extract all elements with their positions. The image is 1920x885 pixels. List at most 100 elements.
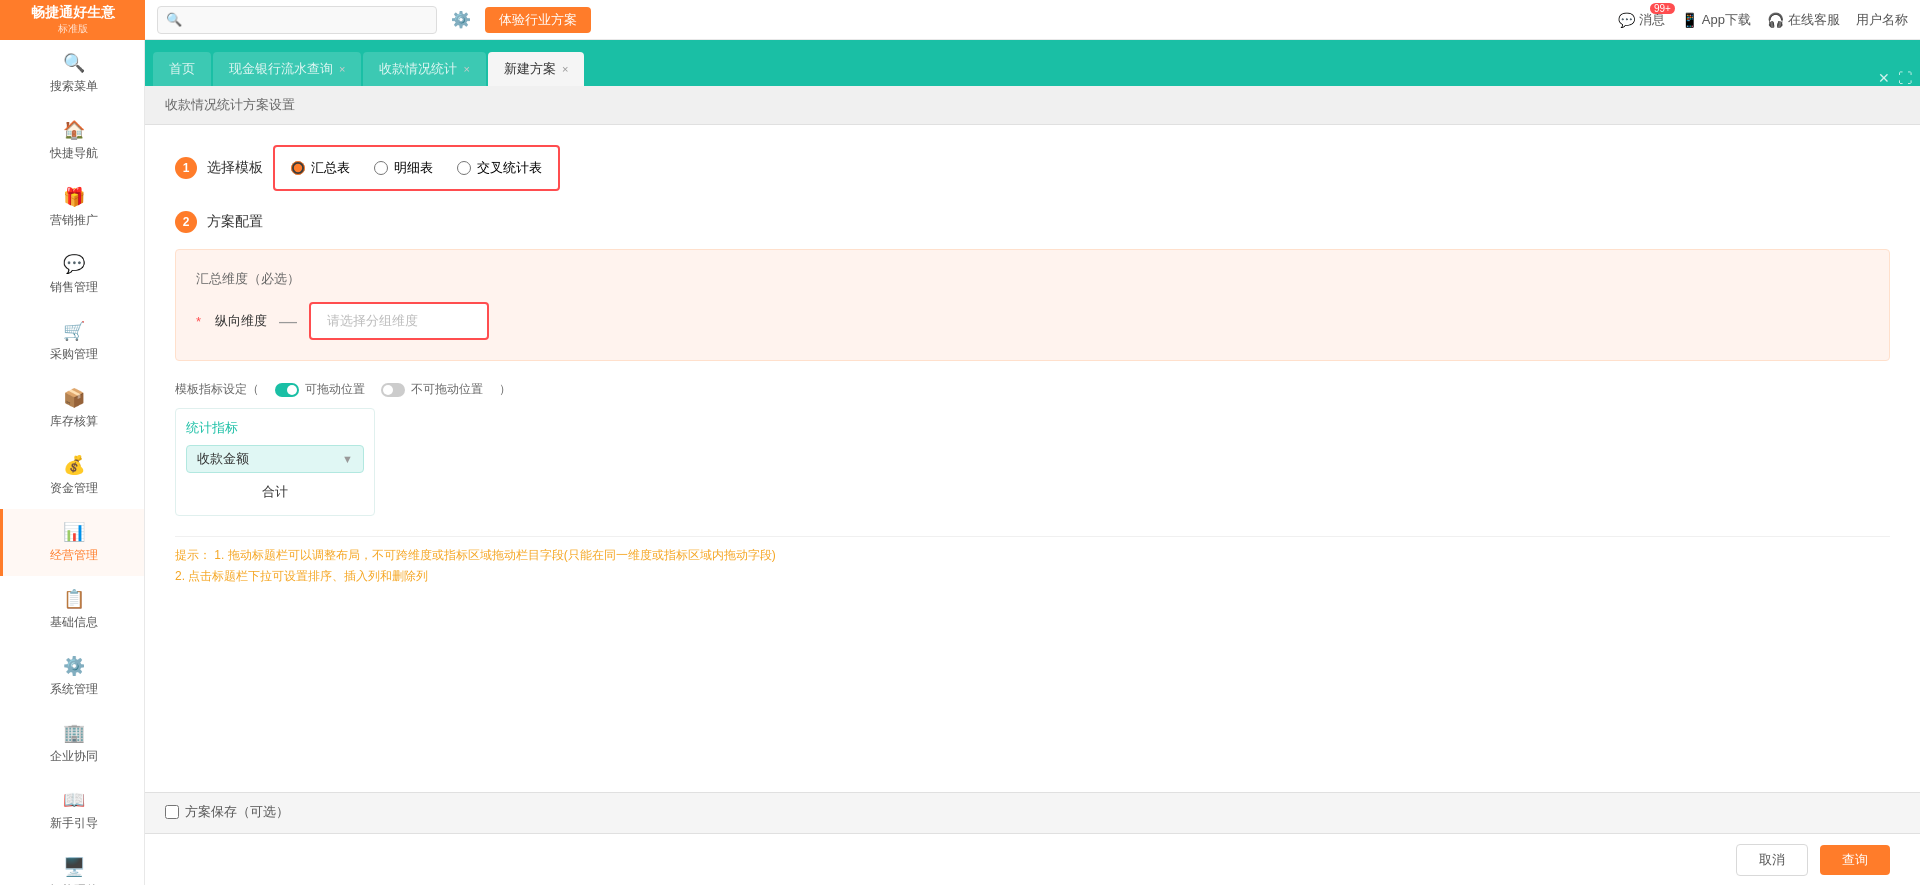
close-window-icon[interactable]: ✕ bbox=[1878, 70, 1890, 86]
tab-home-label: 首页 bbox=[169, 60, 195, 78]
stat-indicators-box: 统计指标 收款金额 ▼ 合计 bbox=[175, 408, 375, 516]
hint-draggable: 可拖动位置 bbox=[275, 381, 365, 398]
tab-collection-stat-close[interactable]: × bbox=[463, 63, 469, 75]
vertical-dimension-label: 纵向维度 bbox=[215, 312, 267, 330]
bottom-bar: 取消 查询 bbox=[145, 833, 1920, 885]
dimension-row: * 纵向维度 — 请选择分组维度 bbox=[196, 302, 1869, 340]
sidebar-item-guide[interactable]: 📖 新手引导 bbox=[0, 777, 144, 844]
trial-button[interactable]: 体验行业方案 bbox=[485, 7, 591, 33]
sidebar-label-basic: 基础信息 bbox=[50, 614, 98, 631]
monitor-icon: 🖥️ bbox=[63, 856, 85, 878]
sidebar-item-quicknav[interactable]: 🏠 快捷导航 bbox=[0, 107, 144, 174]
radio-summary-input[interactable] bbox=[291, 161, 305, 175]
step1-header: 1 选择模板 汇总表 明细表 bbox=[175, 145, 1890, 191]
radio-cross-input[interactable] bbox=[457, 161, 471, 175]
radio-detail-label: 明细表 bbox=[394, 159, 433, 177]
home-icon: 🏠 bbox=[63, 119, 85, 141]
sidebar-item-inventory[interactable]: 📦 库存核算 bbox=[0, 375, 144, 442]
sidebar-item-purchase[interactable]: 🛒 采购管理 bbox=[0, 308, 144, 375]
sidebar-item-capital[interactable]: 💰 资金管理 bbox=[0, 442, 144, 509]
required-mark: * bbox=[196, 314, 201, 329]
page-title: 收款情况统计方案设置 bbox=[165, 97, 295, 112]
chart-icon: 📊 bbox=[63, 521, 85, 543]
step2-header: 2 方案配置 bbox=[175, 211, 1890, 233]
tab-collection-stat[interactable]: 收款情况统计 × bbox=[363, 52, 485, 86]
download-label: App下载 bbox=[1702, 11, 1751, 29]
sidebar-item-sales[interactable]: 💬 销售管理 bbox=[0, 241, 144, 308]
cart-icon: 🛒 bbox=[63, 320, 85, 342]
tip-line-1: 提示： 1. 拖动标题栏可以调整布局，不可跨维度或指标区域拖动栏目字段(只能在同… bbox=[175, 547, 1890, 564]
indicators-label: 模板指标设定（ bbox=[175, 381, 259, 398]
stat-tag-amount[interactable]: 收款金额 ▼ bbox=[186, 445, 364, 473]
radio-detail-input[interactable] bbox=[374, 161, 388, 175]
hint-close-paren: ） bbox=[499, 381, 511, 398]
radio-cross-label: 交叉统计表 bbox=[477, 159, 542, 177]
gift-icon: 🎁 bbox=[63, 186, 85, 208]
message-item[interactable]: 💬 消息 99+ bbox=[1618, 11, 1665, 29]
sidebar-item-operations[interactable]: 📊 经营管理 bbox=[0, 509, 144, 576]
step2-title: 方案配置 bbox=[207, 213, 263, 231]
dimension-select[interactable]: 请选择分组维度 bbox=[309, 302, 489, 340]
service-label: 在线客服 bbox=[1788, 11, 1840, 29]
sidebar-item-basic[interactable]: 📋 基础信息 bbox=[0, 576, 144, 643]
radio-cross[interactable]: 交叉统计表 bbox=[457, 159, 542, 177]
tab-collection-stat-label: 收款情况统计 bbox=[379, 60, 457, 78]
page-content: 收款情况统计方案设置 1 选择模板 汇总表 bbox=[145, 86, 1920, 833]
arrow-icon: — bbox=[279, 311, 297, 332]
sidebar-item-system[interactable]: ⚙️ 系统管理 bbox=[0, 643, 144, 710]
hint-not-draggable-label: 不可拖动位置 bbox=[411, 381, 483, 398]
clipboard-icon: 📋 bbox=[63, 588, 85, 610]
save-label: 方案保存（可选） bbox=[185, 803, 289, 821]
radio-detail[interactable]: 明细表 bbox=[374, 159, 433, 177]
search-bar[interactable]: 🔍 bbox=[157, 6, 437, 34]
indicators-section: 模板指标设定（ 可拖动位置 不可拖动位置 ） bbox=[175, 381, 1890, 599]
draggable-toggle bbox=[275, 383, 299, 397]
sidebar-label-quicknav: 快捷导航 bbox=[50, 145, 98, 162]
tabs-right: ✕ ⛶ bbox=[1878, 70, 1920, 86]
search-icon: 🔍 bbox=[63, 52, 85, 74]
tip-line-2: 2. 点击标题栏下拉可设置排序、插入列和删除列 bbox=[175, 568, 1890, 585]
logo: 畅捷通好生意 标准版 bbox=[0, 0, 145, 40]
tab-new-plan[interactable]: 新建方案 × bbox=[488, 52, 584, 86]
tab-bank-flow-close[interactable]: × bbox=[339, 63, 345, 75]
gear-icon: ⚙️ bbox=[63, 655, 85, 677]
radio-summary[interactable]: 汇总表 bbox=[291, 159, 350, 177]
sidebar-label-purchase: 采购管理 bbox=[50, 346, 98, 363]
search-input[interactable] bbox=[186, 13, 386, 27]
tab-home[interactable]: 首页 bbox=[153, 52, 211, 86]
sidebar: 🔍 搜索菜单 🏠 快捷导航 🎁 营销推广 💬 销售管理 🛒 采购管理 📦 库存核… bbox=[0, 40, 145, 885]
user-name[interactable]: 用户名称 bbox=[1856, 11, 1908, 29]
tab-bank-flow[interactable]: 现金银行流水查询 × bbox=[213, 52, 361, 86]
step2-section: 2 方案配置 汇总维度（必选） * 纵向维度 — 请选择 bbox=[175, 211, 1890, 599]
tips-section: 提示： 1. 拖动标题栏可以调整布局，不可跨维度或指标区域拖动栏目字段(只能在同… bbox=[175, 536, 1890, 599]
tab-bar: 首页 现金银行流水查询 × 收款情况统计 × 新建方案 × ✕ ⛶ bbox=[145, 40, 1920, 86]
service-item[interactable]: 🎧 在线客服 bbox=[1767, 11, 1840, 29]
tab-new-plan-label: 新建方案 bbox=[504, 60, 556, 78]
step1-title: 选择模板 bbox=[207, 159, 263, 177]
sidebar-item-enterprise[interactable]: 🏢 企业协同 bbox=[0, 710, 144, 777]
settings-icon[interactable]: ⚙️ bbox=[447, 6, 475, 34]
sidebar-item-hardware[interactable]: 🖥️ 智能硬件 bbox=[0, 844, 144, 885]
cancel-button[interactable]: 取消 bbox=[1736, 844, 1808, 876]
stat-tag-label: 收款金额 bbox=[197, 450, 249, 468]
sidebar-item-search[interactable]: 🔍 搜索菜单 bbox=[0, 40, 144, 107]
tab-bank-flow-label: 现金银行流水查询 bbox=[229, 60, 333, 78]
tab-new-plan-close[interactable]: × bbox=[562, 63, 568, 75]
dimension-label: 汇总维度（必选） bbox=[196, 270, 1869, 288]
content-area: 首页 现金银行流水查询 × 收款情况统计 × 新建方案 × ✕ ⛶ 收款情况统计… bbox=[145, 40, 1920, 885]
download-item[interactable]: 📱 App下载 bbox=[1681, 11, 1751, 29]
sidebar-label-capital: 资金管理 bbox=[50, 480, 98, 497]
query-button[interactable]: 查询 bbox=[1820, 845, 1890, 875]
save-option[interactable]: 方案保存（可选） bbox=[165, 803, 289, 821]
step1-number: 1 bbox=[175, 157, 197, 179]
sidebar-label-marketing: 营销推广 bbox=[50, 212, 98, 229]
app-version: 标准版 bbox=[58, 22, 88, 36]
page-title-bar: 收款情况统计方案设置 bbox=[145, 86, 1920, 125]
sidebar-item-marketing[interactable]: 🎁 营销推广 bbox=[0, 174, 144, 241]
stat-indicators-label: 统计指标 bbox=[186, 419, 364, 437]
save-checkbox[interactable] bbox=[165, 805, 179, 819]
box-icon: 📦 bbox=[63, 387, 85, 409]
maximize-icon[interactable]: ⛶ bbox=[1898, 70, 1912, 86]
sidebar-label-sales: 销售管理 bbox=[50, 279, 98, 296]
not-draggable-toggle bbox=[381, 383, 405, 397]
